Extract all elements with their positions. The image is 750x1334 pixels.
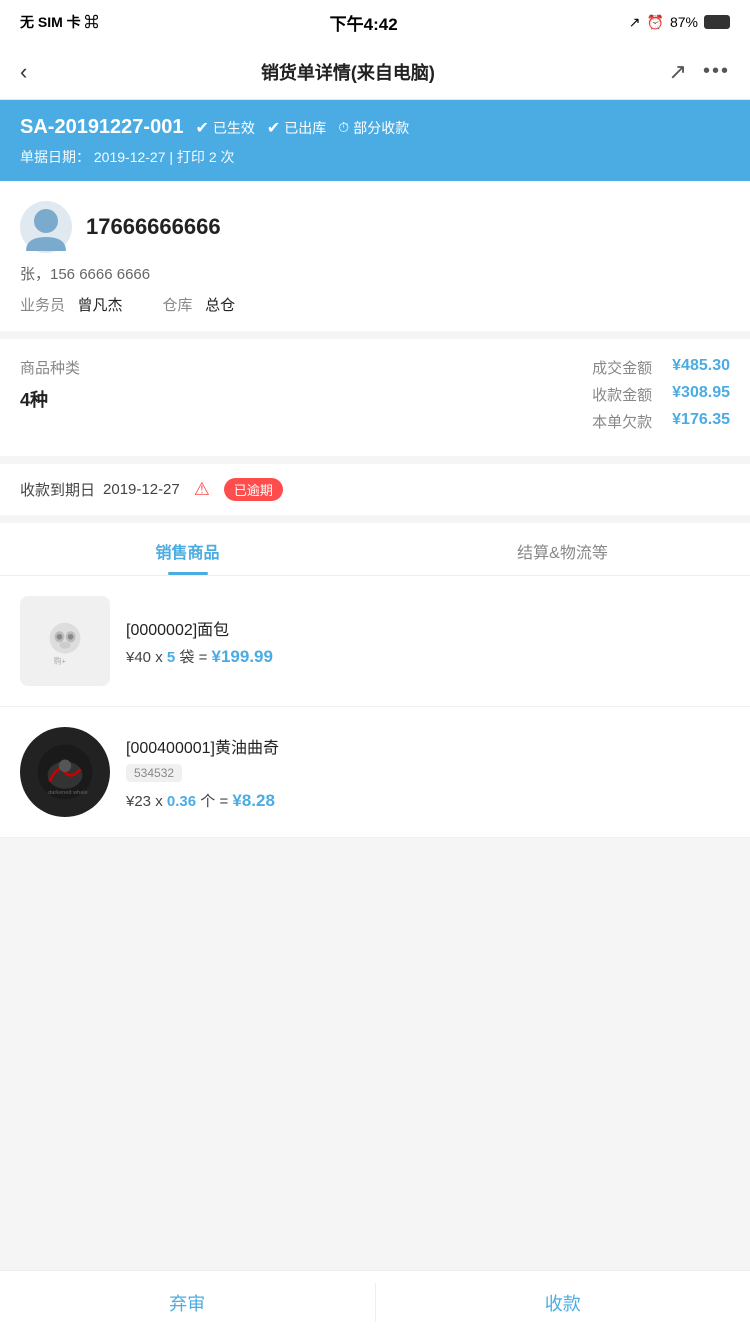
salesperson-field: 业务员 曾凡杰 (20, 294, 123, 315)
qty-2: 0.36 (167, 793, 196, 810)
amount-value: ¥485.30 (672, 357, 730, 378)
order-id: SA-20191227-001 (20, 116, 183, 139)
summary-right: 成交金额 ¥485.30 收款金额 ¥308.95 本单欠款 ¥176.35 (592, 357, 730, 438)
status-bar: 无 SIM 卡 ⌘ 下午4:42 ↗ ⏰ 87% (0, 0, 750, 44)
warning-icon: ⚠ (194, 479, 210, 500)
warehouse-field: 仓库 总仓 (163, 294, 236, 315)
date-label: 单据日期： (20, 149, 90, 165)
product-image-2: darkened whale (20, 727, 110, 817)
amount-label: 成交金额 (592, 357, 652, 378)
print-info: | 打印 2 次 (169, 149, 234, 165)
status-badge-partial: ⏱ 部分收款 (338, 118, 409, 138)
customer-detail: 业务员 曾凡杰 仓库 总仓 (20, 294, 730, 315)
due-date-bar: 收款到期日 2019-12-27 ⚠ 已逾期 (0, 464, 750, 515)
product-name-1: [0000002]面包 (126, 616, 730, 640)
tab-bar: 销售商品 结算&物流等 (0, 523, 750, 576)
product-price-2: ¥23 x 0.36 个 = ¥8.28 (126, 790, 730, 811)
bottom-bar: 弃审 收款 (0, 1270, 750, 1334)
category-label: 商品种类 (20, 357, 80, 378)
unit-1: 袋 (179, 649, 194, 666)
owed-value: ¥176.35 (672, 411, 730, 432)
more-button[interactable]: ••• (703, 60, 730, 83)
order-date: 2019-12-27 (94, 149, 166, 165)
salesperson-label: 业务员 (20, 297, 65, 314)
page-title: 销货单详情(来自电脑) (261, 59, 435, 85)
summary-card: 商品种类 4种 成交金额 ¥485.30 收款金额 ¥308.95 本单欠款 ¥… (0, 339, 750, 456)
table-row: 购+ [0000002]面包 ¥40 x 5 袋 = ¥199.99 (0, 576, 750, 707)
svg-text:darkened whale: darkened whale (48, 790, 87, 796)
status-right: ↗ ⏰ 87% (629, 14, 730, 31)
status-badge-shipped: ✔ 已出库 (267, 118, 326, 138)
summary-left: 商品种类 4种 (20, 357, 80, 412)
price-1: ¥40 (126, 649, 151, 666)
product-image-1: 购+ (20, 596, 110, 686)
due-date-label: 收款到期日 (20, 479, 95, 500)
product-info-1: [0000002]面包 ¥40 x 5 袋 = ¥199.99 (126, 616, 730, 667)
share-button[interactable]: ↗ (669, 59, 687, 85)
alarm-icon: ⏰ (647, 14, 664, 31)
warehouse-value: 总仓 (205, 297, 235, 314)
overdue-badge: 已逾期 (224, 478, 283, 501)
salesperson-value: 曾凡杰 (78, 297, 123, 314)
customer-phone: 17666666666 (86, 214, 221, 240)
reject-button[interactable]: 弃审 (0, 1271, 375, 1334)
status-shipped-label: 已出库 (284, 118, 326, 138)
product-price-1: ¥40 x 5 袋 = ¥199.99 (126, 646, 730, 667)
order-header-top: SA-20191227-001 ✔ 已生效 ✔ 已出库 ⏱ 部分收款 (20, 116, 730, 139)
received-label: 收款金额 (592, 384, 652, 405)
nav-actions: ↗ ••• (669, 59, 730, 85)
tab-settlement[interactable]: 结算&物流等 (375, 523, 750, 575)
received-value: ¥308.95 (672, 384, 730, 405)
location-icon: ↗ (629, 14, 641, 31)
battery-level: 87% (670, 14, 698, 30)
clock-icon: ⏱ (338, 119, 349, 136)
product-name-2: [000400001]黄油曲奇 (126, 734, 730, 758)
status-effective-label: 已生效 (213, 118, 255, 138)
status-partial-label: 部分收款 (353, 118, 409, 138)
battery-icon (704, 15, 730, 29)
category-count: 4种 (20, 386, 80, 412)
owed-row: 本单欠款 ¥176.35 (592, 411, 730, 432)
customer-contact: 张，156 6666 6666 (20, 263, 730, 284)
check-icon-1: ✔ (195, 118, 208, 138)
qty-1: 5 (167, 649, 175, 666)
price-2: ¥23 (126, 793, 151, 810)
customer-top: 17666666666 (20, 201, 730, 253)
order-header: SA-20191227-001 ✔ 已生效 ✔ 已出库 ⏱ 部分收款 单据日期：… (0, 100, 750, 181)
product-tag-2: 534532 (126, 764, 182, 782)
tab-products[interactable]: 销售商品 (0, 523, 375, 575)
back-button[interactable]: ‹ (20, 59, 27, 85)
product-info-2: [000400001]黄油曲奇 534532 ¥23 x 0.36 个 = ¥8… (126, 734, 730, 811)
table-row: darkened whale [000400001]黄油曲奇 534532 ¥2… (0, 707, 750, 838)
svg-text:购+: 购+ (54, 655, 67, 665)
status-badge-effective: ✔ 已生效 (195, 118, 254, 138)
total-1: ¥199.99 (212, 647, 273, 666)
order-meta: 单据日期： 2019-12-27 | 打印 2 次 (20, 147, 730, 167)
due-date-value: 2019-12-27 (103, 481, 180, 498)
total-2: ¥8.28 (232, 791, 275, 810)
status-time: 下午4:42 (330, 10, 398, 35)
status-left: 无 SIM 卡 ⌘ (20, 12, 99, 32)
received-row: 收款金额 ¥308.95 (592, 384, 730, 405)
customer-card: 17666666666 张，156 6666 6666 业务员 曾凡杰 仓库 总… (0, 181, 750, 331)
collect-payment-button[interactable]: 收款 (376, 1271, 750, 1334)
warehouse-label: 仓库 (163, 297, 193, 314)
product-list: 购+ [0000002]面包 ¥40 x 5 袋 = ¥199.99 (0, 576, 750, 838)
avatar (20, 201, 72, 253)
check-icon-2: ✔ (267, 118, 280, 138)
owed-label: 本单欠款 (592, 411, 652, 432)
unit-2: 个 (200, 793, 215, 810)
amount-row: 成交金额 ¥485.30 (592, 357, 730, 378)
nav-bar: ‹ 销货单详情(来自电脑) ↗ ••• (0, 44, 750, 100)
